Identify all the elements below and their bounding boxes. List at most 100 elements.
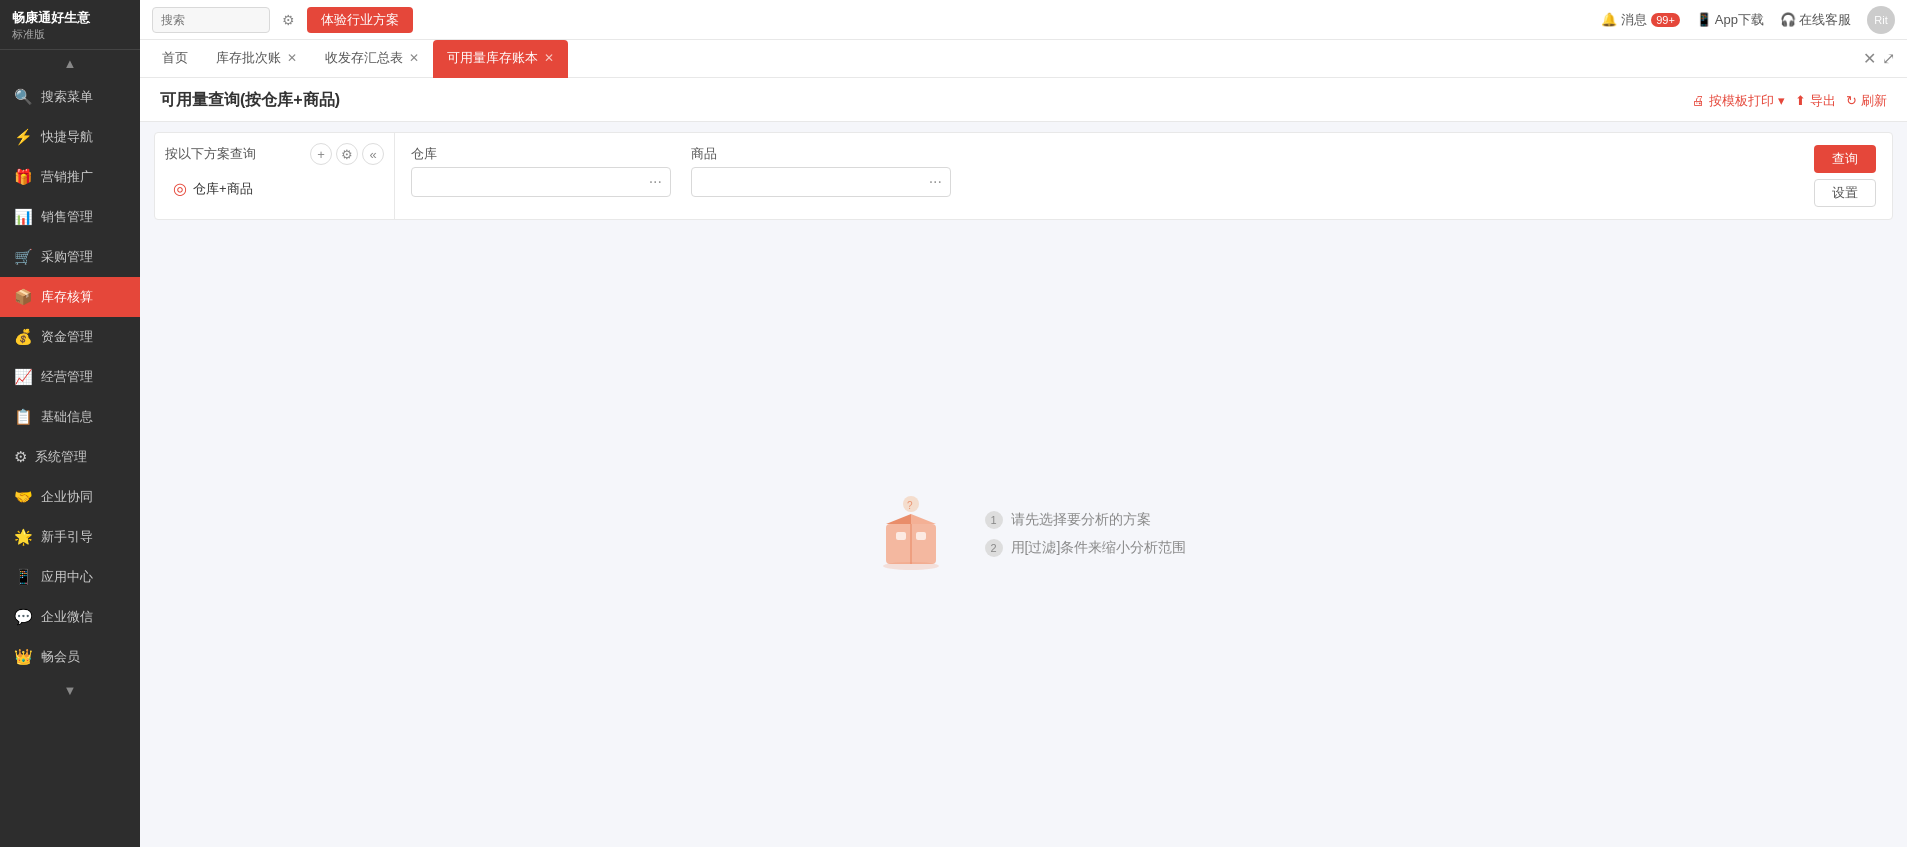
system-icon: ⚙ bbox=[14, 448, 27, 466]
headset-icon: 🎧 bbox=[1780, 12, 1796, 27]
sidebar-item-label: 快捷导航 bbox=[41, 128, 93, 146]
filter-right: 仓库 ··· 商品 ··· 查询 设置 bbox=[395, 133, 1892, 219]
empty-state-content: ? 1 请先选择要分析的方案 2 用[过滤]条件来缩小分析范围 bbox=[861, 484, 1187, 584]
refresh-btn[interactable]: ↻ 刷新 bbox=[1846, 92, 1887, 110]
tab-received-summary[interactable]: 收发存汇总表 ✕ bbox=[311, 40, 433, 78]
wechat-icon: 💬 bbox=[14, 608, 33, 626]
close-icon[interactable]: ✕ bbox=[544, 51, 554, 65]
chevron-down-icon: ▾ bbox=[1778, 93, 1785, 108]
cooperation-icon: 🤝 bbox=[14, 488, 33, 506]
sidebar-item-label: 应用中心 bbox=[41, 568, 93, 586]
collapse-btn[interactable]: « bbox=[362, 143, 384, 165]
warehouse-input[interactable] bbox=[420, 175, 645, 190]
filter-actions: 查询 设置 bbox=[1814, 145, 1876, 207]
sidebar-item-label: 系统管理 bbox=[35, 448, 87, 466]
warehouse-input-wrapper[interactable]: ··· bbox=[411, 167, 671, 197]
product-more-icon[interactable]: ··· bbox=[925, 173, 942, 191]
filter-panel: 按以下方案查询 + ⚙ « ◎ 仓库+商品 仓库 bbox=[154, 132, 1893, 220]
sidebar-item-system[interactable]: ⚙ 系统管理 bbox=[0, 437, 140, 477]
tab-batch-account[interactable]: 库存批次账 ✕ bbox=[202, 40, 311, 78]
sidebar-scroll-down[interactable]: ▼ bbox=[0, 677, 140, 704]
export-btn[interactable]: ⬆ 导出 bbox=[1795, 92, 1836, 110]
tab-label: 首页 bbox=[162, 49, 188, 67]
operations-icon: 📈 bbox=[14, 368, 33, 386]
sidebar-scroll-up[interactable]: ▲ bbox=[0, 50, 140, 77]
product-input-wrapper[interactable]: ··· bbox=[691, 167, 951, 197]
printer-icon: 🖨 bbox=[1692, 93, 1705, 108]
sidebar-item-purchase[interactable]: 🛒 采购管理 bbox=[0, 237, 140, 277]
topbar-right: 🔔 消息 99+ 📱 App下载 🎧 在线客服 Rit bbox=[1601, 6, 1895, 34]
search-box[interactable] bbox=[152, 7, 270, 33]
filter-left-header: 按以下方案查询 + ⚙ « bbox=[165, 143, 384, 165]
finance-icon: 💰 bbox=[14, 328, 33, 346]
main-area: ⚙ 体验行业方案 🔔 消息 99+ 📱 App下载 🎧 在线客服 Rit 首页 … bbox=[140, 0, 1907, 847]
tab-home[interactable]: 首页 bbox=[148, 40, 202, 78]
basic-icon: 📋 bbox=[14, 408, 33, 426]
sidebar-item-search[interactable]: 🔍 搜索菜单 bbox=[0, 77, 140, 117]
sidebar-item-shortcut[interactable]: ⚡ 快捷导航 bbox=[0, 117, 140, 157]
print-template-btn[interactable]: 🖨 按模板打印 ▾ bbox=[1692, 92, 1785, 110]
shortcut-icon: ⚡ bbox=[14, 128, 33, 146]
online-service-btn[interactable]: 🎧 在线客服 bbox=[1780, 11, 1851, 29]
settings-button[interactable]: 设置 bbox=[1814, 179, 1876, 207]
svg-text:?: ? bbox=[907, 500, 913, 511]
app-download-btn[interactable]: 📱 App下载 bbox=[1696, 11, 1764, 29]
sidebar-item-guide[interactable]: 🌟 新手引导 bbox=[0, 517, 140, 557]
add-scheme-btn[interactable]: + bbox=[310, 143, 332, 165]
page-title: 可用量查询(按仓库+商品) bbox=[160, 90, 340, 111]
svg-marker-1 bbox=[886, 514, 911, 524]
page-content: 可用量查询(按仓库+商品) 🖨 按模板打印 ▾ ⬆ 导出 ↻ 刷新 bbox=[140, 78, 1907, 847]
sidebar-item-label: 销售管理 bbox=[41, 208, 93, 226]
expand-icon[interactable]: ⤢ bbox=[1882, 49, 1895, 68]
sidebar-item-marketing[interactable]: 🎁 营销推广 bbox=[0, 157, 140, 197]
search-icon: 🔍 bbox=[14, 88, 33, 106]
appcenter-icon: 📱 bbox=[14, 568, 33, 586]
avatar[interactable]: Rit bbox=[1867, 6, 1895, 34]
empty-state: ? 1 请先选择要分析的方案 2 用[过滤]条件来缩小分析范围 bbox=[140, 220, 1907, 847]
scheme-label: 仓库+商品 bbox=[193, 180, 253, 198]
tab-label: 库存批次账 bbox=[216, 49, 281, 67]
notification-btn[interactable]: 🔔 消息 99+ bbox=[1601, 11, 1680, 29]
product-input[interactable] bbox=[700, 175, 925, 190]
sales-icon: 📊 bbox=[14, 208, 33, 226]
sidebar-item-membership[interactable]: 👑 畅会员 bbox=[0, 637, 140, 677]
search-input[interactable] bbox=[161, 13, 261, 27]
page-header: 可用量查询(按仓库+商品) 🖨 按模板打印 ▾ ⬆ 导出 ↻ 刷新 bbox=[140, 78, 1907, 122]
sidebar-item-cooperation[interactable]: 🤝 企业协同 bbox=[0, 477, 140, 517]
tab-available-ledger[interactable]: 可用量库存账本 ✕ bbox=[433, 40, 568, 78]
tip-2-num: 2 bbox=[985, 539, 1003, 557]
close-icon[interactable]: ✕ bbox=[409, 51, 419, 65]
query-button[interactable]: 查询 bbox=[1814, 145, 1876, 173]
filter-header-icons: + ⚙ « bbox=[310, 143, 384, 165]
sidebar-item-basic[interactable]: 📋 基础信息 bbox=[0, 397, 140, 437]
sidebar-item-label: 搜索菜单 bbox=[41, 88, 93, 106]
filter-scheme-item[interactable]: ◎ 仓库+商品 bbox=[165, 173, 384, 204]
sidebar-item-appcenter[interactable]: 📱 应用中心 bbox=[0, 557, 140, 597]
sidebar-item-inventory[interactable]: 📦 库存核算 bbox=[0, 277, 140, 317]
sidebar-item-label: 采购管理 bbox=[41, 248, 93, 266]
sidebar-item-operations[interactable]: 📈 经营管理 bbox=[0, 357, 140, 397]
tip-1-text: 请先选择要分析的方案 bbox=[1011, 511, 1151, 529]
inventory-icon: 📦 bbox=[14, 288, 33, 306]
settings-scheme-btn[interactable]: ⚙ bbox=[336, 143, 358, 165]
tab-label: 可用量库存账本 bbox=[447, 49, 538, 67]
app-logo: 畅康通好生意 标准版 bbox=[0, 0, 140, 50]
filter-left: 按以下方案查询 + ⚙ « ◎ 仓库+商品 bbox=[155, 133, 395, 219]
sidebar-item-sales[interactable]: 📊 销售管理 bbox=[0, 197, 140, 237]
close-icon[interactable]: ✕ bbox=[287, 51, 297, 65]
bell-icon: 🔔 bbox=[1601, 12, 1617, 27]
marketing-icon: 🎁 bbox=[14, 168, 33, 186]
warehouse-more-icon[interactable]: ··· bbox=[645, 173, 662, 191]
filter-field-product: 商品 ··· bbox=[691, 145, 951, 197]
sidebar-item-label: 新手引导 bbox=[41, 528, 93, 546]
warehouse-label: 仓库 bbox=[411, 145, 671, 163]
empty-illustration: ? bbox=[861, 484, 961, 584]
sidebar-item-wechat[interactable]: 💬 企业微信 bbox=[0, 597, 140, 637]
trial-button[interactable]: 体验行业方案 bbox=[307, 7, 413, 33]
tip-item-2: 2 用[过滤]条件来缩小分析范围 bbox=[985, 539, 1187, 557]
sidebar-item-label: 企业微信 bbox=[41, 608, 93, 626]
close-window-icon[interactable]: ✕ bbox=[1863, 49, 1876, 68]
gear-icon[interactable]: ⚙ bbox=[278, 10, 299, 30]
tip-item-1: 1 请先选择要分析的方案 bbox=[985, 511, 1187, 529]
sidebar-item-finance[interactable]: 💰 资金管理 bbox=[0, 317, 140, 357]
